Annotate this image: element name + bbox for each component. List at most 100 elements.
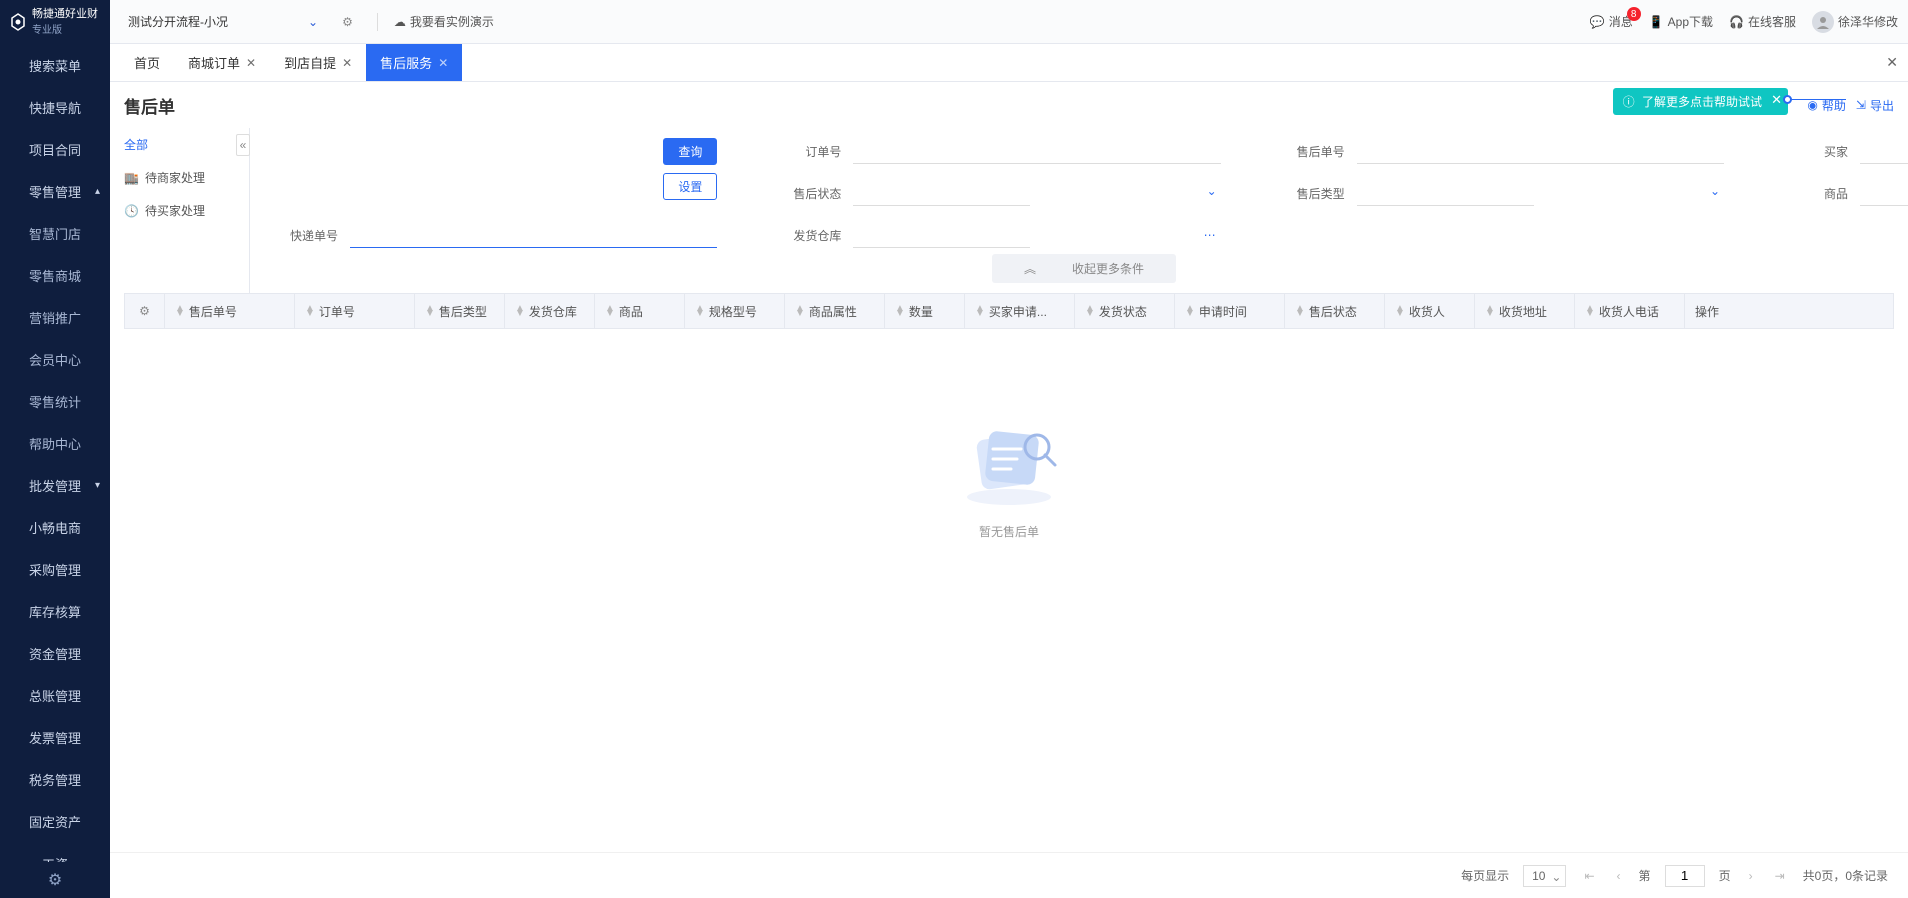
export-button[interactable]: ⇲ 导出	[1856, 97, 1894, 114]
column-header[interactable]: ▲▼规格型号	[685, 294, 785, 328]
main: 测试分开流程-小况 ⌄ ⚙ ☁ 我要看实例演示 💬 消息 8 📱	[110, 0, 1908, 898]
column-label: 收货人电话	[1599, 303, 1659, 320]
last-page-button[interactable]: ⇥	[1771, 869, 1789, 883]
help-banner[interactable]: ⓘ 了解更多点击帮助试试 ✕	[1613, 88, 1788, 115]
online-service-button[interactable]: 🎧 在线客服	[1729, 13, 1796, 30]
filter-tab[interactable]: 全部	[110, 128, 249, 161]
column-header[interactable]: ▲▼申请时间	[1175, 294, 1285, 328]
flow-selector[interactable]: 测试分开流程-小况 ⌄	[120, 9, 326, 34]
label-order-no: 订单号	[777, 143, 841, 160]
sidebar-item[interactable]: 资金管理	[0, 632, 110, 674]
sidebar-item[interactable]: 零售管理▴	[0, 170, 110, 212]
filter-tab[interactable]: 🕓待买家处理	[110, 194, 249, 227]
chevron-down-icon[interactable]: ⌄	[1710, 184, 1720, 198]
sidebar-subitem[interactable]: 帮助中心	[0, 422, 110, 464]
tab[interactable]: 商城订单✕	[174, 44, 270, 81]
column-header[interactable]: ▲▼售后类型	[415, 294, 505, 328]
sidebar-item[interactable]: 小畅电商	[0, 506, 110, 548]
filter-tab[interactable]: 🏬 待商家处理	[110, 161, 249, 194]
sidebar-item[interactable]: 发票管理	[0, 716, 110, 758]
sidebar-subitem[interactable]: 营销推广	[0, 296, 110, 338]
column-header[interactable]: ▲▼收货人	[1385, 294, 1475, 328]
empty-icon	[949, 409, 1069, 509]
column-header[interactable]: ▲▼商品属性	[785, 294, 885, 328]
tab[interactable]: 到店自提✕	[270, 44, 366, 81]
column-header[interactable]: ▲▼数量	[885, 294, 965, 328]
help-icon: ◉	[1807, 98, 1817, 112]
column-header[interactable]: ▲▼订单号	[295, 294, 415, 328]
column-header[interactable]: ▲▼ 买家申请...	[965, 294, 1075, 328]
sidebar-item[interactable]: 采购管理	[0, 548, 110, 590]
export-label: 导出	[1870, 97, 1894, 114]
column-header[interactable]: ▲▼售后单号	[165, 294, 295, 328]
query-button[interactable]: 查询	[663, 138, 717, 165]
sidebar-item[interactable]: 税务管理	[0, 758, 110, 800]
column-label: 买家申请...	[989, 303, 1047, 320]
sort-icon: ▲▼	[975, 306, 985, 316]
first-page-button[interactable]: ⇤	[1580, 869, 1598, 883]
column-header[interactable]: ▲▼收货人电话	[1575, 294, 1685, 328]
sidebar-item[interactable]: 工资	[0, 842, 110, 862]
input-buyer[interactable]	[1860, 138, 1908, 164]
close-icon[interactable]: ✕	[1771, 92, 1782, 108]
close-icon[interactable]: ✕	[246, 56, 256, 70]
column-header[interactable]: ▲▼售后状态	[1285, 294, 1385, 328]
sidebar-subitem[interactable]: 零售统计	[0, 380, 110, 422]
sidebar-item[interactable]: 项目合同	[0, 128, 110, 170]
input-express-no[interactable]	[350, 222, 717, 248]
page-suffix: 页	[1719, 867, 1731, 884]
field-product: 商品	[1784, 180, 1894, 206]
column-header[interactable]: 操作	[1685, 294, 1765, 328]
tab[interactable]: 售后服务✕	[366, 44, 462, 81]
input-after-no[interactable]	[1357, 138, 1724, 164]
online-service-label: 在线客服	[1748, 13, 1796, 30]
input-warehouse[interactable]	[853, 222, 1030, 248]
sidebar-item[interactable]: 库存核算	[0, 590, 110, 632]
filter-collapse-handle[interactable]: «	[236, 134, 250, 156]
next-page-button[interactable]: ›	[1745, 869, 1757, 883]
select-after-status[interactable]	[853, 180, 1030, 206]
select-after-type[interactable]	[1357, 180, 1534, 206]
more-icon[interactable]: ⋯	[1204, 228, 1217, 242]
column-settings-button[interactable]: ⚙	[125, 294, 165, 328]
column-label: 申请时间	[1199, 303, 1247, 320]
column-label: 商品属性	[809, 303, 857, 320]
column-header[interactable]: ▲▼发货仓库	[505, 294, 595, 328]
user-menu[interactable]: 徐泽华修改	[1812, 11, 1898, 33]
close-icon[interactable]: ✕	[342, 56, 352, 70]
app-download-button[interactable]: 📱 App下载	[1649, 13, 1713, 30]
input-order-no[interactable]	[853, 138, 1220, 164]
sidebar-settings[interactable]: ⚙	[0, 862, 110, 898]
flow-settings-icon[interactable]: ⚙	[334, 15, 361, 29]
close-icon[interactable]: ✕	[438, 56, 448, 70]
messages-button[interactable]: 💬 消息 8	[1590, 13, 1633, 30]
sidebar-item[interactable]: 总账管理	[0, 674, 110, 716]
messages-badge: 8	[1627, 7, 1641, 21]
demo-link[interactable]: ☁ 我要看实例演示	[394, 13, 494, 30]
sidebar-item[interactable]: 批发管理▾	[0, 464, 110, 506]
sidebar-subitem[interactable]: 零售商城	[0, 254, 110, 296]
divider	[377, 13, 378, 31]
chevron-down-icon[interactable]: ⌄	[1207, 184, 1217, 198]
tabs-close-all[interactable]: ✕	[1876, 44, 1908, 81]
brand-logo[interactable]: 畅捷通好业财 专业版	[0, 0, 110, 44]
sidebar-subitem[interactable]: 会员中心	[0, 338, 110, 380]
sidebar-item[interactable]: 搜索菜单	[0, 44, 110, 86]
prev-page-button[interactable]: ‹	[1613, 869, 1625, 883]
sidebar-item[interactable]: 固定资产	[0, 800, 110, 842]
sort-icon: ▲▼	[895, 306, 905, 316]
collapse-more-button[interactable]: ︽ 收起更多条件	[992, 254, 1176, 283]
shop-icon: 🏬	[124, 171, 139, 185]
sidebar-subitem[interactable]: 智慧门店	[0, 212, 110, 254]
settings-button[interactable]: 设置	[663, 173, 717, 200]
page-input[interactable]	[1665, 865, 1705, 887]
column-header[interactable]: ▲▼收货地址	[1475, 294, 1575, 328]
tab[interactable]: 首页	[120, 44, 174, 81]
column-header[interactable]: ▲▼发货状态	[1075, 294, 1175, 328]
filter-tab-label: 待商家处理	[145, 169, 205, 186]
input-product[interactable]	[1860, 180, 1908, 206]
per-page-select[interactable]: 10 ⌄	[1523, 865, 1566, 887]
field-order-no: 订单号	[777, 138, 1220, 164]
column-header[interactable]: ▲▼商品	[595, 294, 685, 328]
sidebar-item[interactable]: 快捷导航	[0, 86, 110, 128]
